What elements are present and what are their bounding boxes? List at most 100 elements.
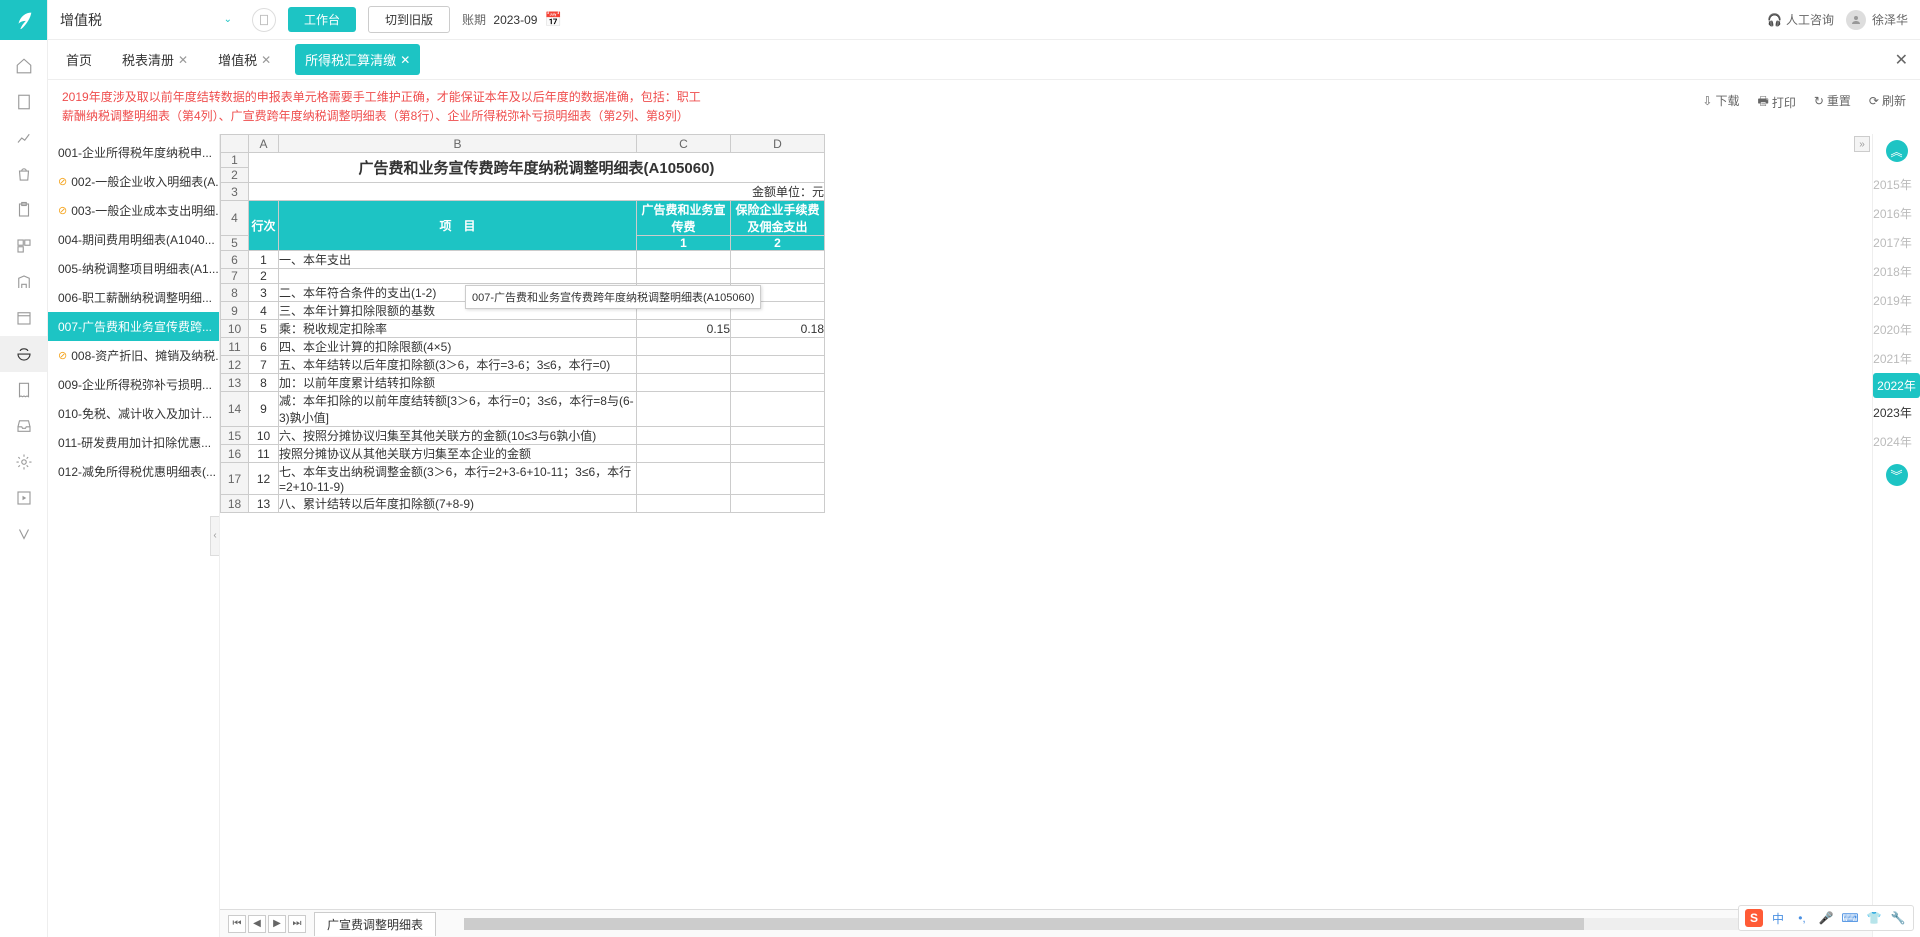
cell-value-c[interactable] xyxy=(637,463,731,495)
row-header[interactable]: 16 xyxy=(221,445,249,463)
year-item[interactable]: 2021年 xyxy=(1873,344,1920,373)
period-selector[interactable]: 账期 2023-09 📅 xyxy=(462,11,562,28)
row-header[interactable]: 13 xyxy=(221,374,249,392)
horizontal-scrollbar[interactable] xyxy=(464,918,1864,930)
cell-value-c[interactable] xyxy=(637,445,731,463)
unit-label[interactable]: 金额单位：元 xyxy=(249,183,825,201)
ime-mic-icon[interactable]: 🎤 xyxy=(1817,909,1835,927)
col-header-C[interactable]: C xyxy=(637,135,731,153)
cell-value-d[interactable] xyxy=(731,427,825,445)
cell-rowno[interactable]: 3 xyxy=(249,284,279,302)
cell-item[interactable]: 八、累计结转以后年度扣除额(7+8-9) xyxy=(279,495,637,513)
form-list-item[interactable]: 001-企业所得税年度纳税申... xyxy=(48,138,219,167)
nav-chart[interactable] xyxy=(0,120,47,156)
cell-item[interactable]: 乘：税收规定扣除率 xyxy=(279,320,637,338)
cell-value-d[interactable] xyxy=(731,302,825,320)
cell-item[interactable]: 减：本年扣除的以前年度结转额[3＞6，本行=0；3≤6，本行=8与(6-3)孰小… xyxy=(279,392,637,427)
cell-rowno[interactable]: 2 xyxy=(249,269,279,284)
reset-button[interactable]: ↻重置 xyxy=(1814,92,1851,109)
cell-rowno[interactable]: 13 xyxy=(249,495,279,513)
cell-value-c[interactable] xyxy=(637,495,731,513)
nav-v[interactable] xyxy=(0,516,47,552)
cell-rowno[interactable]: 1 xyxy=(249,251,279,269)
row-header[interactable]: 7 xyxy=(221,269,249,284)
header-col-c[interactable]: 广告费和业务宣传费 xyxy=(637,201,731,236)
tab[interactable]: 所得税汇算清缴✕ xyxy=(295,44,420,75)
download-button[interactable]: ⇩下载 xyxy=(1702,92,1739,109)
close-icon[interactable]: ✕ xyxy=(400,53,410,67)
form-list-item[interactable]: 007-广告费和业务宣传费跨... xyxy=(48,312,219,341)
ime-tools-icon[interactable]: 🔧 xyxy=(1889,909,1907,927)
cell-value-d[interactable] xyxy=(731,445,825,463)
cell-item[interactable]: 按照分摊协议从其他关联方归集至本企业的金额 xyxy=(279,445,637,463)
form-list-item[interactable]: 005-纳税调整项目明细表(A1... xyxy=(48,254,219,283)
row-header[interactable]: 8 xyxy=(221,284,249,302)
close-icon[interactable]: ✕ xyxy=(261,53,271,67)
nav-grid[interactable] xyxy=(0,228,47,264)
sheet-tab[interactable]: 广宣费调整明细表 xyxy=(314,912,436,936)
cell-value-d[interactable] xyxy=(731,338,825,356)
refresh-button[interactable]: ⟳刷新 xyxy=(1869,92,1906,109)
print-button[interactable]: 🖶打印 xyxy=(1758,92,1796,113)
cell-item[interactable]: 六、按照分摊协议归集至其他关联方的金额(10≤3与6孰小值) xyxy=(279,427,637,445)
year-item[interactable]: 2017年 xyxy=(1873,228,1920,257)
cell-rowno[interactable]: 7 xyxy=(249,356,279,374)
row-header[interactable]: 12 xyxy=(221,356,249,374)
row-header[interactable]: 1 xyxy=(221,153,249,168)
cell-value-c[interactable] xyxy=(637,374,731,392)
cell-value-c[interactable]: 0.15 xyxy=(637,320,731,338)
cell-rowno[interactable]: 10 xyxy=(249,427,279,445)
ime-s-icon[interactable]: S xyxy=(1745,909,1763,927)
nav-settings[interactable] xyxy=(0,444,47,480)
cell-rowno[interactable]: 8 xyxy=(249,374,279,392)
row-header[interactable]: 9 xyxy=(221,302,249,320)
tab[interactable]: 税表清册✕ xyxy=(116,40,194,79)
row-header[interactable]: 6 xyxy=(221,251,249,269)
cell-value-c[interactable] xyxy=(637,427,731,445)
close-all-tabs[interactable]: ✕ xyxy=(1895,50,1908,70)
form-list-item[interactable]: 012-减免所得税优惠明细表(... xyxy=(48,457,219,486)
nav-doc[interactable] xyxy=(0,84,47,120)
help-link[interactable]: 🎧 人工咨询 xyxy=(1767,11,1834,28)
row-header[interactable]: 3 xyxy=(221,183,249,201)
cell-rowno[interactable]: 9 xyxy=(249,392,279,427)
year-item[interactable]: 2019年 xyxy=(1873,286,1920,315)
year-item[interactable]: 2018年 xyxy=(1873,257,1920,286)
year-up-button[interactable]: ︽ xyxy=(1886,140,1908,162)
form-list-item[interactable]: 010-免税、减计收入及加计... xyxy=(48,399,219,428)
cell-value-c[interactable] xyxy=(637,356,731,374)
row-header[interactable]: 14 xyxy=(221,392,249,427)
collapse-handle[interactable]: ‹ xyxy=(210,516,220,556)
page-icon[interactable] xyxy=(252,8,276,32)
row-header[interactable]: 4 xyxy=(221,201,249,236)
app-logo[interactable] xyxy=(0,0,47,40)
row-header[interactable]: 17 xyxy=(221,463,249,495)
nav-home[interactable] xyxy=(0,48,47,84)
form-list-item[interactable]: 004-期间费用明细表(A1040... xyxy=(48,225,219,254)
row-header[interactable]: 15 xyxy=(221,427,249,445)
cell-value-c[interactable] xyxy=(637,269,731,284)
col-header-B[interactable]: B xyxy=(279,135,637,153)
cell-rowno[interactable]: 6 xyxy=(249,338,279,356)
cell-rowno[interactable]: 4 xyxy=(249,302,279,320)
header-col-c-num[interactable]: 1 xyxy=(637,236,731,251)
row-header[interactable]: 2 xyxy=(221,168,249,183)
sheet-nav-first[interactable]: ⏮ xyxy=(228,915,246,933)
cell-value-c[interactable] xyxy=(637,338,731,356)
row-header[interactable]: 10 xyxy=(221,320,249,338)
form-list-item[interactable]: ⊘003-一般企业成本支出明细... xyxy=(48,196,219,225)
header-col-d-num[interactable]: 2 xyxy=(731,236,825,251)
year-item[interactable]: 2020年 xyxy=(1873,315,1920,344)
year-down-button[interactable]: ︾ xyxy=(1886,464,1908,486)
corner-cell[interactable] xyxy=(221,135,249,153)
nav-calendar[interactable] xyxy=(0,300,47,336)
cell-rowno[interactable]: 12 xyxy=(249,463,279,495)
nav-receipt[interactable] xyxy=(0,372,47,408)
form-list-item[interactable]: ⊘002-一般企业收入明细表(A... xyxy=(48,167,219,196)
cell-value-d[interactable] xyxy=(731,374,825,392)
row-header[interactable]: 5 xyxy=(221,236,249,251)
nav-bowl[interactable] xyxy=(0,336,47,372)
cell-item[interactable]: 加：以前年度累计结转扣除额 xyxy=(279,374,637,392)
cell-rowno[interactable]: 11 xyxy=(249,445,279,463)
year-item[interactable]: 2024年 xyxy=(1873,427,1920,456)
